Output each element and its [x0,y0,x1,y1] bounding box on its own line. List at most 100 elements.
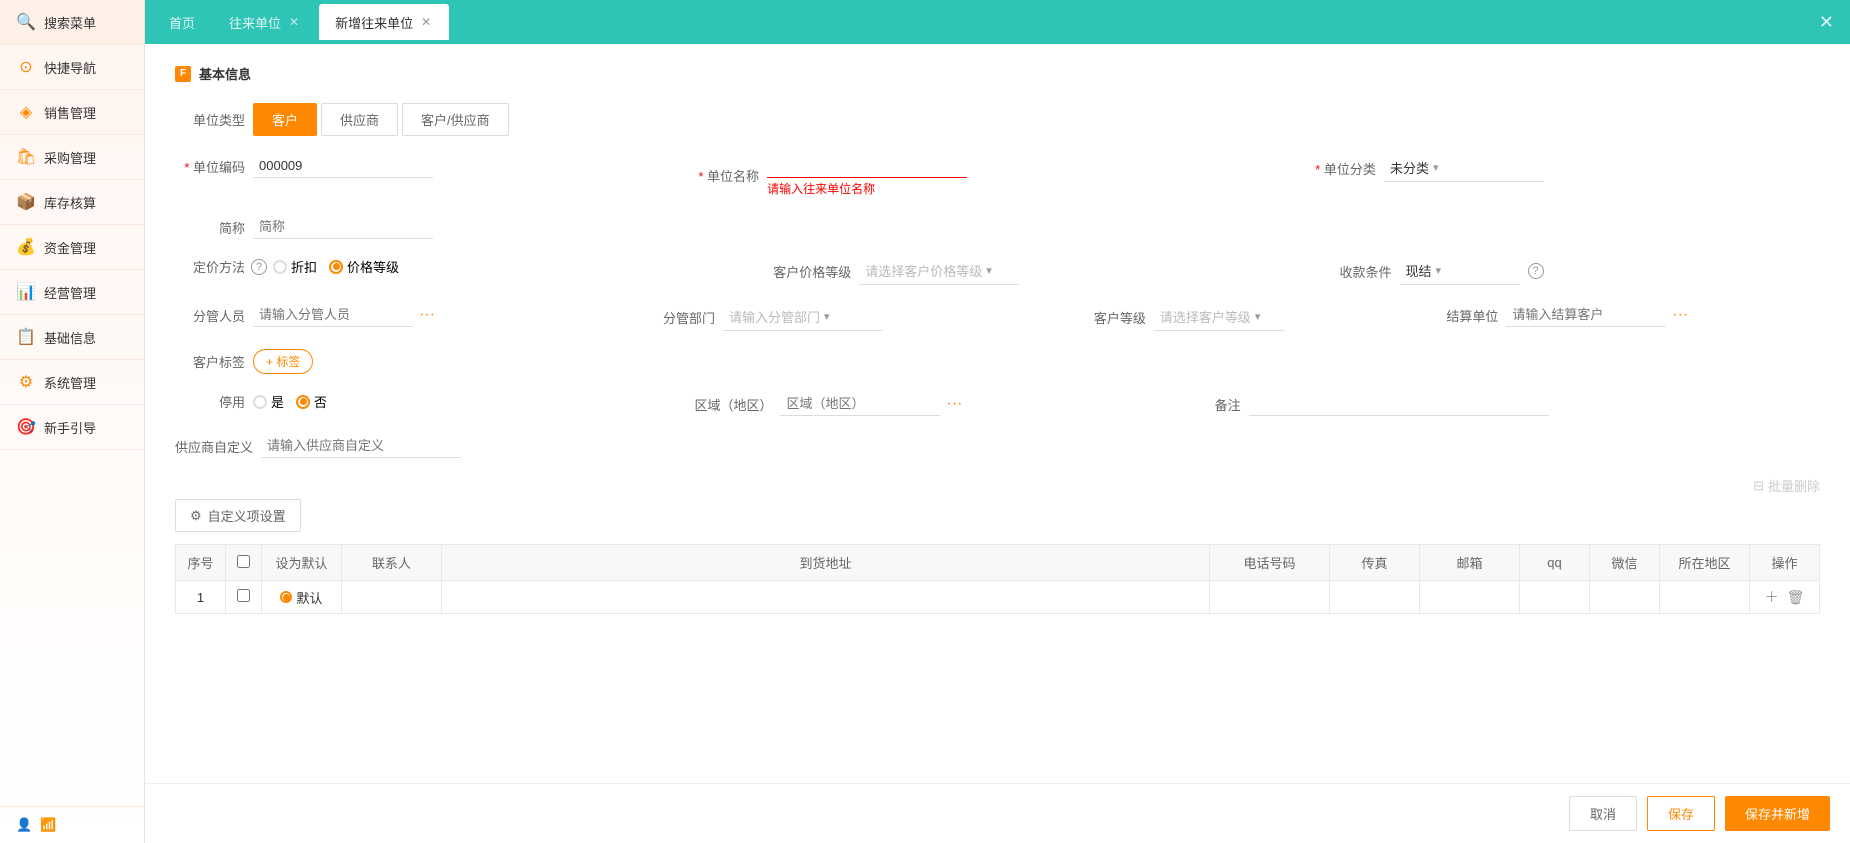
td-contact [342,581,442,614]
sidebar-label-inventory: 库存核算 [44,193,96,212]
payment-terms-group: 收款条件 现结 ▾ ? [1322,257,1820,285]
dept-group: 分管部门 请输入分管部门 ▾ [645,303,1076,331]
row-checkbox[interactable] [237,589,250,602]
home-icon: ⊙ [16,57,36,77]
dept-select[interactable]: 请输入分管部门 ▾ [723,303,883,331]
row-actions: ＋ 🗑 [1760,587,1809,607]
operations-icon: 📊 [16,282,36,302]
add-tag-button[interactable]: + 标签 [253,349,313,374]
radio-yes[interactable]: 是 [253,392,284,411]
td-wx [1590,581,1660,614]
region-wrap: ··· [780,392,964,416]
custom-settings-button[interactable]: ⚙ 自定义项设置 [175,499,301,532]
customer-price-label: 客户价格等级 [773,262,851,281]
sidebar-label-guide: 新手引导 [44,418,96,437]
radio-price-level[interactable]: 价格等级 [329,257,399,276]
sidebar-label-basic: 基础信息 [44,328,96,347]
region-group: 区域（地区） ··· [694,392,1170,416]
batch-delete-label[interactable]: 批量删除 [1768,476,1820,495]
sidebar-item-system[interactable]: ⚙ 系统管理 [0,360,144,405]
payment-terms-help-icon[interactable]: ? [1528,263,1544,279]
unit-name-input[interactable] [767,154,967,178]
batch-delete-icon: ⊟ [1753,478,1764,494]
manager-group: 分管人员 ··· [175,303,645,327]
th-checkbox[interactable] [237,555,250,568]
radio-no[interactable]: 否 [296,392,327,411]
default-radio[interactable] [280,591,292,603]
search-icon: 🔍 [16,12,36,32]
tab-new-partner-close[interactable]: ✕ [419,15,433,29]
region-label: 区域（地区） [694,395,772,414]
th-check [226,545,262,581]
customer-tag-label: 客户标签 [175,352,245,371]
payment-terms-chevron: ▾ [1436,264,1442,277]
unit-code-group: 单位编码 [175,154,689,178]
row-add-icon[interactable]: ＋ [1765,587,1779,607]
sidebar-item-sales[interactable]: ◈ 销售管理 [0,90,144,135]
disabled-radio-group: 是 否 [253,392,327,411]
tab-home[interactable]: 首页 [153,4,211,40]
purchase-icon: 🛍 [16,147,36,167]
contacts-table: 序号 设为默认 联系人 到货地址 电话号码 传真 邮箱 qq 微信 所在地区 操… [175,544,1820,614]
remarks-group: 备注 [1171,392,1820,416]
tab-bar-close-all[interactable]: ✕ [1811,12,1842,33]
sidebar-item-operations[interactable]: 📊 经营管理 [0,270,144,315]
tab-partners-close[interactable]: ✕ [287,15,301,29]
save-button[interactable]: 保存 [1647,796,1715,831]
radio-yes-label: 是 [271,392,284,411]
billing-unit-input[interactable] [1506,303,1666,327]
system-icon: ⚙ [16,372,36,392]
sidebar-item-guide[interactable]: 🎯 新手引导 [0,405,144,450]
save-new-button[interactable]: 保存并新增 [1725,796,1830,831]
tab-new-partner-label: 新增往来单位 [335,13,413,32]
custom-settings-label: 自定义项设置 [208,506,286,525]
alias-input[interactable] [253,215,433,239]
th-fax: 传真 [1330,545,1420,581]
sidebar-bottom: 👤 📶 [0,806,144,843]
region-input[interactable] [780,392,940,416]
sidebar-item-quicknav[interactable]: ⊙ 快捷导航 [0,45,144,90]
manager-input[interactable] [253,303,413,327]
customer-level-placeholder: 请选择客户等级 [1160,307,1251,326]
billing-unit-dots-btn[interactable]: ··· [1670,306,1690,324]
payment-terms-label: 收款条件 [1322,262,1392,281]
td-region [1660,581,1750,614]
sidebar-item-finance[interactable]: 💰 资金管理 [0,225,144,270]
sidebar: 🔍 搜索菜单 ⊙ 快捷导航 ◈ 销售管理 🛍 采购管理 📦 库存核算 💰 资金管… [0,0,145,843]
remarks-input[interactable] [1249,392,1549,416]
pricing-help-icon[interactable]: ? [251,259,267,275]
customer-price-select[interactable]: 请选择客户价格等级 ▾ [859,257,1019,285]
supplier-custom-input[interactable] [261,434,461,458]
alias-label: 简称 [175,218,245,237]
section-title: F 基本信息 [175,64,1820,83]
customer-level-select[interactable]: 请选择客户等级 ▾ [1154,303,1284,331]
sidebar-item-search[interactable]: 🔍 搜索菜单 [0,0,144,45]
row-delete-icon[interactable]: 🗑 [1787,589,1805,606]
default-label: 默认 [296,588,322,607]
type-btn-customer[interactable]: 客户 [253,103,317,136]
unit-code-input[interactable] [253,154,433,178]
cancel-button[interactable]: 取消 [1569,796,1637,831]
td-addr [442,581,1210,614]
payment-terms-select[interactable]: 现结 ▾ [1400,257,1520,285]
unit-category-select[interactable]: 未分类 ▾ [1384,154,1544,182]
unit-code-label: 单位编码 [175,157,245,176]
payment-terms-value: 现结 [1406,261,1432,280]
tab-new-partner[interactable]: 新增往来单位 ✕ [319,4,449,40]
manager-dots-btn[interactable]: ··· [417,306,437,324]
sidebar-item-inventory[interactable]: 📦 库存核算 [0,180,144,225]
remarks-label: 备注 [1171,395,1241,414]
th-email: 邮箱 [1420,545,1520,581]
radio-price-level-circle [329,260,343,274]
sidebar-item-basic[interactable]: 📋 基础信息 [0,315,144,360]
region-dots-btn[interactable]: ··· [944,395,964,413]
type-btn-supplier[interactable]: 供应商 [321,103,398,136]
td-num: 1 [176,581,226,614]
dept-placeholder: 请输入分管部门 [729,307,820,326]
sidebar-item-purchase[interactable]: 🛍 采购管理 [0,135,144,180]
type-btn-both[interactable]: 客户/供应商 [402,103,509,136]
td-phone [1210,581,1330,614]
radio-discount[interactable]: 折扣 [273,257,317,276]
tab-partners[interactable]: 往来单位 ✕ [213,4,317,40]
unit-type-label: 单位类型 [175,110,245,129]
